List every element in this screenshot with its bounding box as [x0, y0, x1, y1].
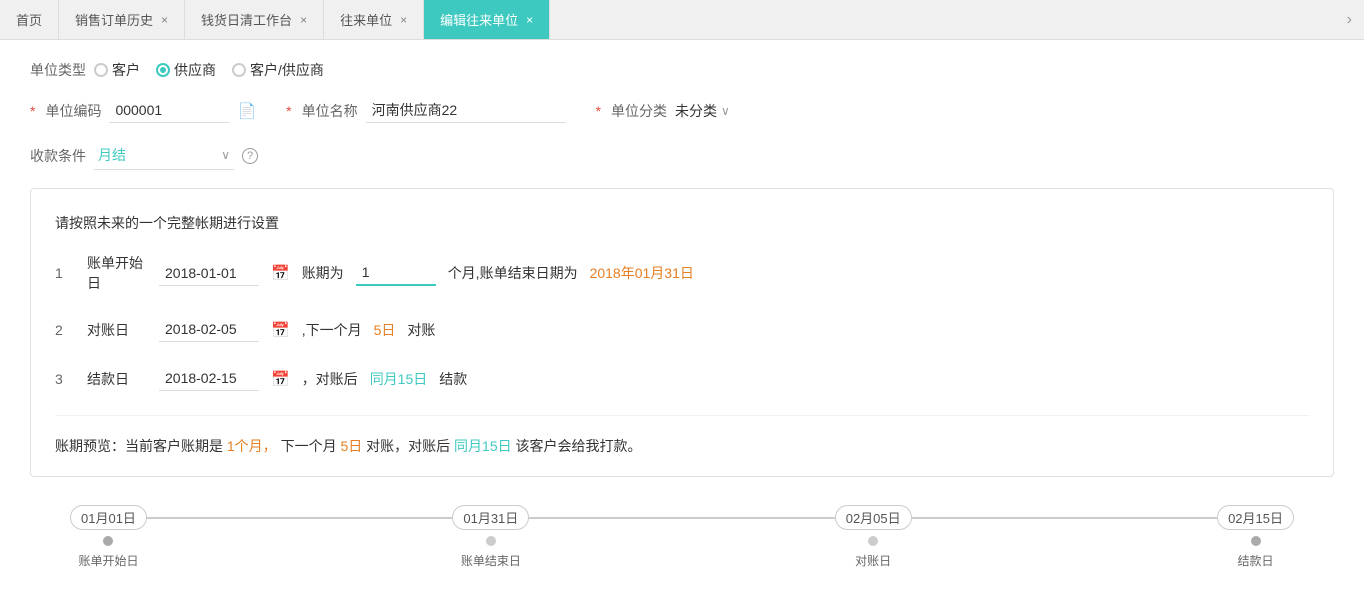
period-title: 请按照未来的一个完整帐期进行设置	[55, 213, 1309, 233]
timeline-points: 01月01日 账单开始日 01月31日 账单结束日 02月05日 对账日	[70, 505, 1294, 569]
tl-point-3: 02月05日 对账日	[835, 505, 912, 569]
tab-unit-list[interactable]: 往来单位 ×	[324, 0, 424, 39]
period-reconcile-cal-icon[interactable]: 📅	[271, 321, 290, 339]
tl-dot-4	[1251, 536, 1261, 546]
unit-name-label: 单位名称	[302, 101, 358, 121]
payment-row: 收款条件 月结 ∨ ?	[30, 141, 1334, 170]
tl-dot-1	[103, 536, 113, 546]
period-months-input[interactable]	[356, 260, 436, 286]
period-num-3: 3	[55, 371, 75, 387]
period-start-date-input[interactable]	[159, 261, 259, 286]
payment-chevron-icon: ∨	[221, 148, 230, 162]
tab-bar: 首页 销售订单历史 × 钱货日清工作台 × 往来单位 × 编辑往来单位 × ›	[0, 0, 1364, 40]
period-num-1: 1	[55, 265, 75, 281]
classify-chevron-icon: ∨	[721, 104, 730, 118]
doc-icon[interactable]: 📄	[237, 102, 256, 120]
unit-code-field: * 单位编码 📄	[30, 98, 256, 123]
radio-customer-circle	[94, 63, 108, 77]
tl-label-3: 对账日	[855, 552, 891, 569]
radio-both-circle	[232, 63, 246, 77]
tab-more-button[interactable]: ›	[1335, 0, 1364, 39]
radio-customer[interactable]: 客户	[94, 60, 140, 80]
preview-prefix: 账期预览：当前客户账期是	[55, 438, 223, 454]
period-settle-suffix: 结款	[439, 369, 467, 389]
unit-code-input[interactable]	[109, 98, 229, 123]
tl-point-2: 01月31日 账单结束日	[452, 505, 529, 569]
period-start-cal-icon[interactable]: 📅	[271, 264, 290, 282]
payment-field: 收款条件 月结 ∨ ?	[30, 141, 258, 170]
unit-name-input[interactable]	[366, 98, 566, 123]
preview-after-day: 对账，对账后	[366, 438, 450, 454]
tab-sales-history[interactable]: 销售订单历史 ×	[59, 0, 185, 39]
preview-mid: 下一个月	[281, 438, 337, 454]
radio-both[interactable]: 客户/供应商	[232, 60, 324, 80]
close-cash-work[interactable]: ×	[300, 13, 307, 27]
period-num-2: 2	[55, 322, 75, 338]
unit-name-field: * 单位名称	[286, 98, 565, 123]
period-row-label-3: 结款日	[87, 369, 147, 389]
period-settle-cal-icon[interactable]: 📅	[271, 370, 290, 388]
period-settle-day-highlight: 同月15日	[370, 369, 428, 389]
timeline: 01月01日 账单开始日 01月31日 账单结束日 02月05日 对账日	[30, 505, 1334, 569]
tl-dot-3	[868, 536, 878, 546]
close-unit-list[interactable]: ×	[400, 13, 407, 27]
period-row-3: 3 结款日 📅 ，对账后 同月15日 结款	[55, 366, 1309, 391]
period-settle-date-input[interactable]	[159, 366, 259, 391]
radio-supplier-label: 供应商	[174, 60, 216, 80]
period-reconcile-suffix: 对账	[407, 320, 435, 340]
preview-suffix: 该客户会给我打款。	[516, 438, 642, 454]
close-sales-history[interactable]: ×	[161, 13, 168, 27]
period-settle-prefix: ，对账后	[302, 369, 358, 389]
radio-supplier[interactable]: 供应商	[156, 60, 216, 80]
period-end-date-highlight: 2018年01月31日	[590, 263, 694, 283]
tl-badge-1: 01月01日	[70, 505, 147, 530]
preview-settle: 同月15日	[454, 438, 512, 454]
tl-label-2: 账单结束日	[461, 552, 521, 569]
period-row-2: 2 对账日 📅 ,下一个月 5日 对账	[55, 317, 1309, 342]
unit-classify-field: * 单位分类 未分类 ∨	[596, 101, 730, 121]
close-edit-unit[interactable]: ×	[526, 13, 533, 27]
unit-type-field: 单位类型 客户 供应商 客户/供应商	[30, 60, 324, 80]
tl-dot-2	[486, 536, 496, 546]
payment-label: 收款条件	[30, 146, 86, 166]
tl-badge-3: 02月05日	[835, 505, 912, 530]
radio-supplier-circle	[156, 63, 170, 77]
main-content: 单位类型 客户 供应商 客户/供应商 * 单位编码	[0, 40, 1364, 608]
payment-value: 月结	[98, 145, 217, 165]
period-reconcile-prefix: ,下一个月	[302, 320, 362, 340]
period-suffix-1: 账期为	[302, 263, 344, 283]
period-reconcile-day-highlight: 5日	[374, 320, 396, 340]
unit-info-row: * 单位编码 📄 * 单位名称 * 单位分类 未分类 ∨	[30, 98, 1334, 123]
tl-point-1: 01月01日 账单开始日	[70, 505, 147, 569]
radio-customer-label: 客户	[112, 60, 140, 80]
radio-both-label: 客户/供应商	[250, 60, 324, 80]
unit-type-label: 单位类型	[30, 60, 86, 80]
tl-badge-2: 01月31日	[452, 505, 529, 530]
unit-classify-select[interactable]: 未分类 ∨	[675, 101, 730, 121]
period-months-unit: 个月,账单结束日期为	[448, 263, 578, 283]
unit-type-row: 单位类型 客户 供应商 客户/供应商	[30, 60, 1334, 80]
period-reconcile-date-input[interactable]	[159, 317, 259, 342]
preview-months: 1个月，	[227, 438, 277, 454]
tl-label-1: 账单开始日	[78, 552, 138, 569]
unit-classify-value: 未分类	[675, 101, 717, 121]
tab-home[interactable]: 首页	[0, 0, 59, 39]
unit-type-radio-group: 客户 供应商 客户/供应商	[94, 60, 324, 80]
help-icon[interactable]: ?	[242, 148, 258, 164]
tab-cash-work[interactable]: 钱货日清工作台 ×	[185, 0, 324, 39]
tab-edit-unit[interactable]: 编辑往来单位 ×	[424, 0, 550, 39]
period-row-label-1: 账单开始日	[87, 253, 147, 293]
unit-classify-label: 单位分类	[611, 101, 667, 121]
preview-text: 账期预览：当前客户账期是 1个月， 下一个月 5日 对账，对账后 同月15日 该…	[55, 415, 1309, 456]
tl-point-4: 02月15日 结款日	[1217, 505, 1294, 569]
tl-label-4: 结款日	[1238, 552, 1274, 569]
unit-code-label: 单位编码	[45, 101, 101, 121]
tl-badge-4: 02月15日	[1217, 505, 1294, 530]
period-row-label-2: 对账日	[87, 320, 147, 340]
period-box: 请按照未来的一个完整帐期进行设置 1 账单开始日 📅 账期为 个月,账单结束日期…	[30, 188, 1334, 477]
period-row-1: 1 账单开始日 📅 账期为 个月,账单结束日期为 2018年01月31日	[55, 253, 1309, 293]
payment-select[interactable]: 月结 ∨	[94, 141, 234, 170]
preview-day: 5日	[340, 438, 362, 454]
